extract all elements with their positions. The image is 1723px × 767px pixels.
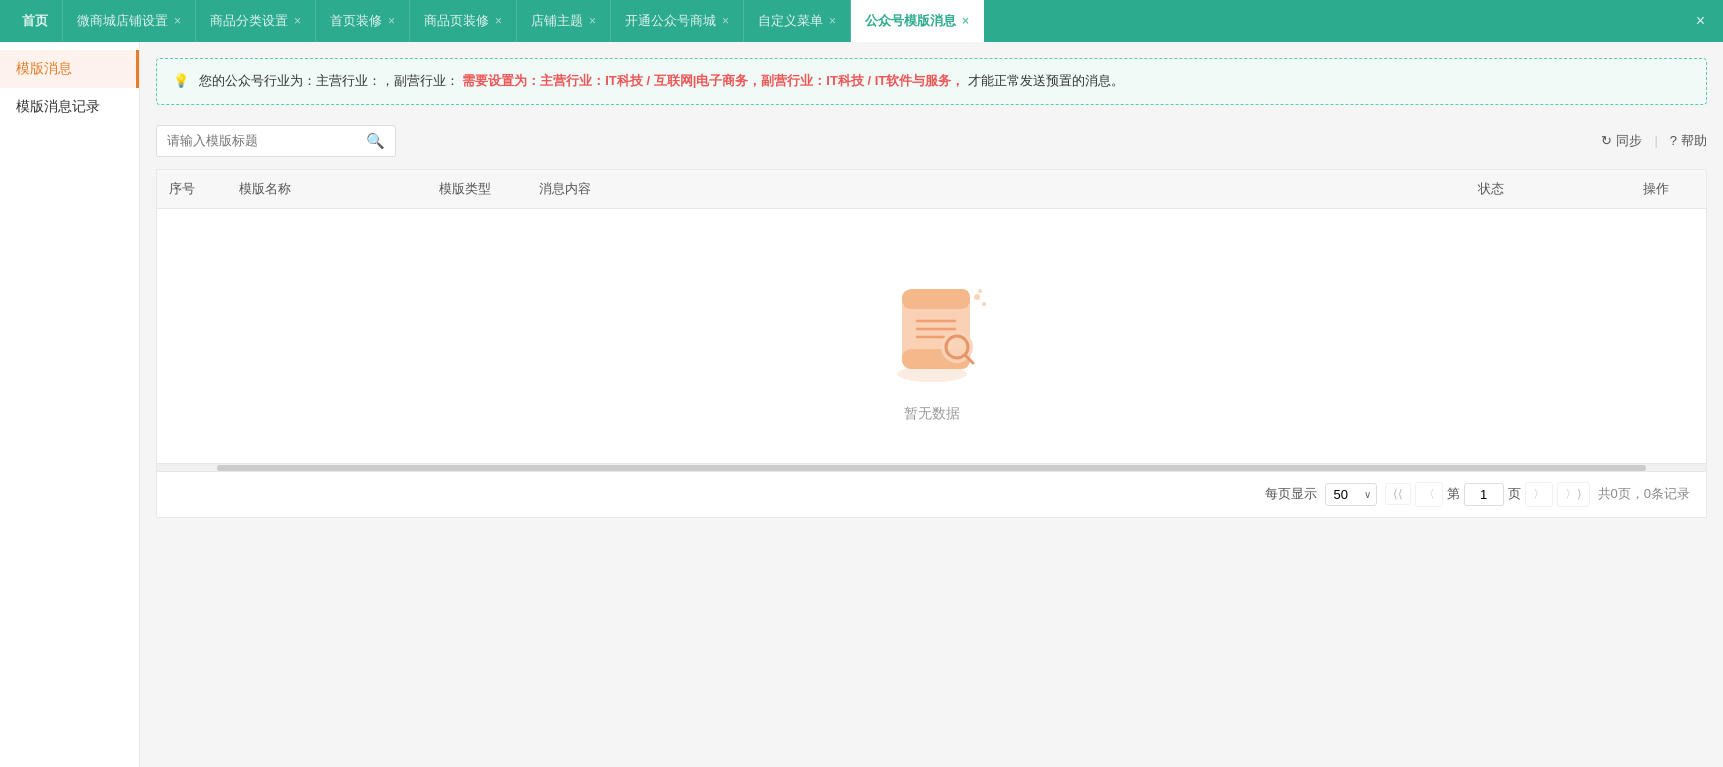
nav-tab-1-close[interactable]: × bbox=[174, 14, 181, 28]
help-button[interactable]: ? 帮助 bbox=[1670, 132, 1707, 150]
sidebar-item-template-msg-record-label: 模版消息记录 bbox=[16, 98, 100, 114]
page-prefix: 第 bbox=[1447, 485, 1460, 503]
th-name: 模版名称 bbox=[227, 170, 427, 208]
nav-tab-8[interactable]: 公众号模版消息 × bbox=[851, 0, 984, 42]
scrollbar-thumb[interactable] bbox=[217, 465, 1646, 471]
sync-label: 同步 bbox=[1616, 132, 1642, 150]
main-content: 💡 您的公众号行业为：主营行业：，副营行业： 需要设置为：主营行业：IT科技 /… bbox=[140, 42, 1723, 767]
page-suffix: 页 bbox=[1508, 485, 1521, 503]
per-page-label: 每页显示 bbox=[1265, 485, 1317, 503]
horizontal-scrollbar[interactable] bbox=[157, 463, 1706, 471]
nav-tab-4[interactable]: 商品页装修 × bbox=[410, 0, 517, 42]
nav-tab-2-close[interactable]: × bbox=[294, 14, 301, 28]
nav-tab-6-close[interactable]: × bbox=[722, 14, 729, 28]
empty-text: 暂无数据 bbox=[904, 405, 960, 423]
notice-icon: 💡 bbox=[173, 73, 189, 88]
svg-point-8 bbox=[982, 302, 986, 306]
layout: 模版消息 模版消息记录 💡 您的公众号行业为：主营行业：，副营行业： 需要设置为… bbox=[0, 42, 1723, 767]
nav-tab-8-label: 公众号模版消息 bbox=[865, 12, 956, 30]
toolbar-divider: | bbox=[1654, 133, 1657, 148]
nav-tab-1[interactable]: 微商城店铺设置 × bbox=[63, 0, 196, 42]
nav-tab-7[interactable]: 自定义菜单 × bbox=[744, 0, 851, 42]
nav-tab-7-label: 自定义菜单 bbox=[758, 12, 823, 30]
empty-illustration bbox=[872, 269, 992, 389]
nav-tab-home[interactable]: 首页 bbox=[8, 0, 63, 42]
table-header: 序号 模版名称 模版类型 消息内容 状态 操作 bbox=[157, 170, 1706, 209]
search-row: 🔍 ↻ 同步 | ? 帮助 bbox=[156, 125, 1707, 157]
nav-tab-3-label: 首页装修 bbox=[330, 12, 382, 30]
nav-tab-3[interactable]: 首页装修 × bbox=[316, 0, 410, 42]
top-nav: 首页 微商城店铺设置 × 商品分类设置 × 首页装修 × 商品页装修 × 店铺主… bbox=[0, 0, 1723, 42]
sidebar-item-template-msg[interactable]: 模版消息 bbox=[0, 50, 139, 88]
notice-highlight-text: 需要设置为：主营行业：IT科技 / 互联网|电子商务，副营行业：IT科技 / I… bbox=[462, 73, 964, 88]
th-type: 模版类型 bbox=[427, 170, 527, 208]
total-text: 共0页，0条记录 bbox=[1598, 485, 1690, 503]
notice-box: 💡 您的公众号行业为：主营行业：，副营行业： 需要设置为：主营行业：IT科技 /… bbox=[156, 58, 1707, 105]
help-icon: ? bbox=[1670, 133, 1677, 148]
nav-tab-5-close[interactable]: × bbox=[589, 14, 596, 28]
th-seq: 序号 bbox=[157, 170, 227, 208]
pagination: 每页显示 10 20 50 100 ⟨⟨ 〈 第 页 〉 〉⟩ bbox=[157, 471, 1706, 517]
nav-tab-1-label: 微商城店铺设置 bbox=[77, 12, 168, 30]
notice-text-suffix: 才能正常发送预置的消息。 bbox=[968, 73, 1124, 88]
nav-tab-2-label: 商品分类设置 bbox=[210, 12, 288, 30]
nav-tab-6[interactable]: 开通公众号商城 × bbox=[611, 0, 744, 42]
nav-tab-7-close[interactable]: × bbox=[829, 14, 836, 28]
nav-tab-2[interactable]: 商品分类设置 × bbox=[196, 0, 316, 42]
svg-point-7 bbox=[974, 294, 980, 300]
th-status: 状态 bbox=[1466, 170, 1606, 208]
per-page-select[interactable]: 10 20 50 100 bbox=[1325, 483, 1377, 506]
sync-button[interactable]: ↻ 同步 bbox=[1601, 132, 1642, 150]
next-page-button[interactable]: 〉 bbox=[1525, 482, 1553, 507]
prev-page-button[interactable]: 〈 bbox=[1415, 482, 1443, 507]
nav-tab-4-close[interactable]: × bbox=[495, 14, 502, 28]
nav-tab-6-label: 开通公众号商城 bbox=[625, 12, 716, 30]
th-ops: 操作 bbox=[1606, 170, 1706, 208]
empty-state: 暂无数据 bbox=[157, 209, 1706, 463]
nav-tab-8-close[interactable]: × bbox=[962, 14, 969, 28]
nav-tab-5[interactable]: 店铺主题 × bbox=[517, 0, 611, 42]
page-number-input[interactable] bbox=[1464, 483, 1504, 506]
nav-tab-home-label: 首页 bbox=[22, 12, 48, 30]
sidebar-item-template-msg-record[interactable]: 模版消息记录 bbox=[0, 88, 139, 126]
close-all-button[interactable]: × bbox=[1686, 12, 1715, 30]
page-nav: ⟨⟨ 〈 第 页 〉 〉⟩ bbox=[1385, 482, 1590, 507]
data-table: 序号 模版名称 模版类型 消息内容 状态 操作 bbox=[156, 169, 1707, 518]
nav-tab-3-close[interactable]: × bbox=[388, 14, 395, 28]
nav-tab-5-label: 店铺主题 bbox=[531, 12, 583, 30]
search-button[interactable]: 🔍 bbox=[356, 126, 395, 156]
help-label: 帮助 bbox=[1681, 132, 1707, 150]
nav-tab-4-label: 商品页装修 bbox=[424, 12, 489, 30]
per-page-select-wrap: 10 20 50 100 bbox=[1325, 483, 1377, 506]
first-page-button[interactable]: ⟨⟨ bbox=[1385, 483, 1411, 505]
th-content: 消息内容 bbox=[527, 170, 1466, 208]
sync-icon: ↻ bbox=[1601, 133, 1612, 148]
sidebar-item-template-msg-label: 模版消息 bbox=[16, 60, 72, 76]
search-input-wrap: 🔍 bbox=[156, 125, 396, 157]
search-input[interactable] bbox=[157, 127, 356, 154]
sidebar: 模版消息 模版消息记录 bbox=[0, 42, 140, 767]
svg-point-9 bbox=[978, 289, 982, 293]
last-page-button[interactable]: 〉⟩ bbox=[1557, 482, 1590, 507]
search-actions: ↻ 同步 | ? 帮助 bbox=[1601, 132, 1707, 150]
notice-text-prefix: 您的公众号行业为：主营行业：，副营行业： bbox=[199, 73, 459, 88]
